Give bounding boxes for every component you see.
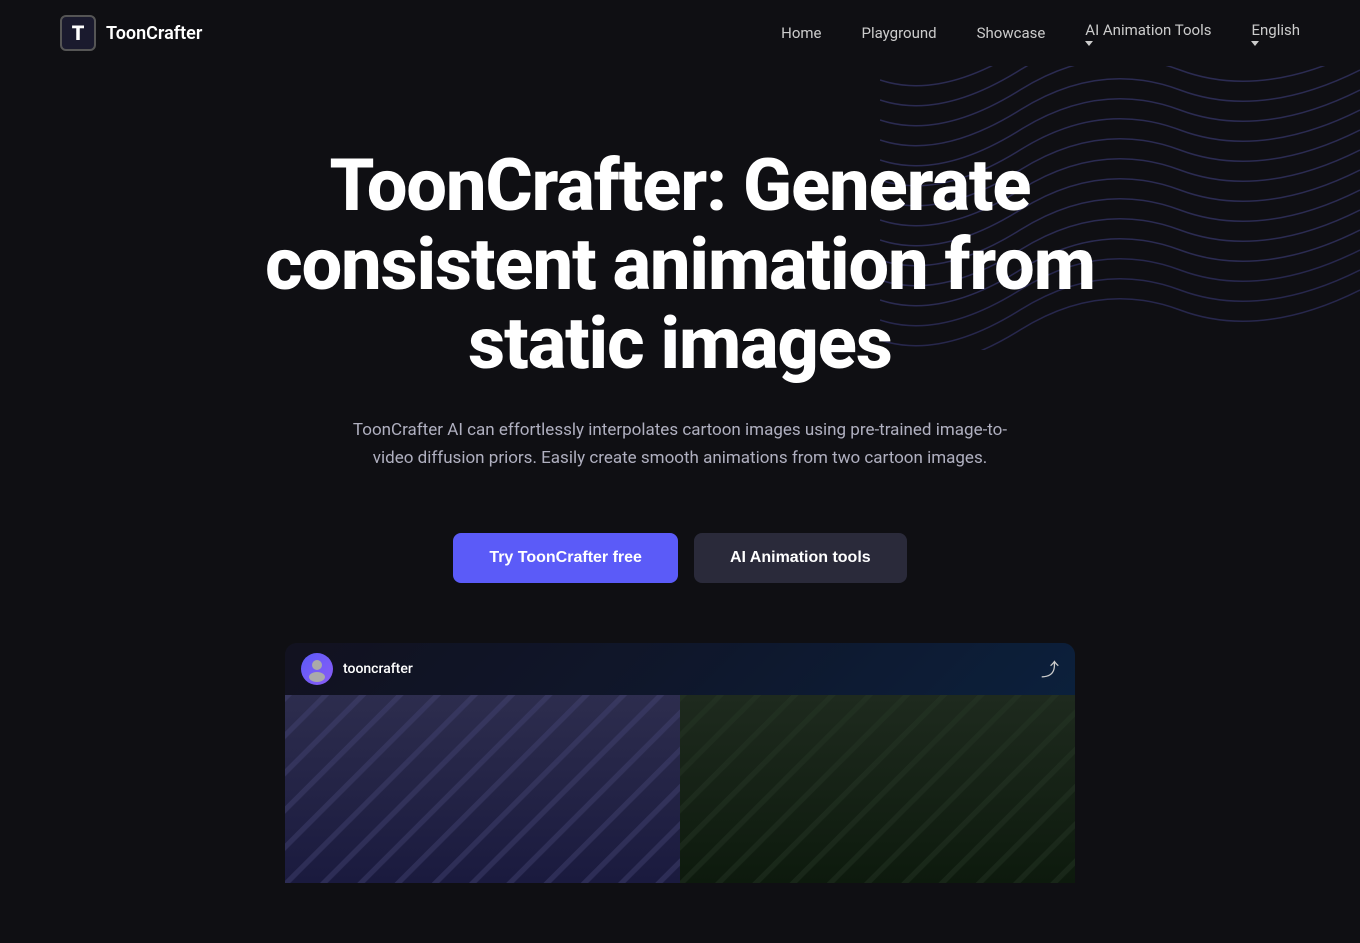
- hero-subtitle: ToonCrafter AI can effortlessly interpol…: [340, 416, 1020, 474]
- nav-item-language[interactable]: English: [1251, 21, 1300, 46]
- nav-item-showcase[interactable]: Showcase: [977, 24, 1046, 42]
- cta-secondary-button[interactable]: AI Animation tools: [694, 533, 907, 583]
- nav-home-link[interactable]: Home: [781, 24, 821, 42]
- nav-item-home[interactable]: Home: [781, 24, 821, 42]
- nav-links: Home Playground Showcase AI Animation To…: [781, 21, 1300, 46]
- nav-showcase-link[interactable]: Showcase: [977, 24, 1046, 42]
- video-header: tooncrafter ⤴: [285, 643, 1075, 695]
- navbar: T ToonCrafter Home Playground Showcase A…: [0, 0, 1360, 66]
- video-preview: tooncrafter ⤴: [285, 643, 1075, 883]
- logo-icon: T: [60, 15, 96, 51]
- nav-item-playground[interactable]: Playground: [862, 24, 937, 42]
- video-left-panel: [285, 695, 680, 883]
- video-body: [285, 695, 1075, 883]
- hero-section: ToonCrafter: Generate consistent animati…: [0, 66, 1360, 943]
- cta-primary-button[interactable]: Try ToonCrafter free: [453, 533, 678, 583]
- hero-title: ToonCrafter: Generate consistent animati…: [230, 146, 1130, 384]
- channel-name: tooncrafter: [343, 661, 413, 677]
- channel-avatar: [301, 653, 333, 685]
- nav-ai-tools-label[interactable]: AI Animation Tools: [1085, 21, 1211, 39]
- logo-link[interactable]: T ToonCrafter: [60, 15, 202, 51]
- ai-tools-chevron-icon: [1085, 41, 1093, 46]
- nav-playground-link[interactable]: Playground: [862, 24, 937, 42]
- nav-language-label[interactable]: English: [1251, 21, 1300, 39]
- share-icon[interactable]: ⤴: [1041, 656, 1059, 682]
- video-right-panel: [680, 695, 1075, 883]
- language-chevron-icon: [1251, 41, 1259, 46]
- brand-name: ToonCrafter: [106, 23, 202, 44]
- nav-item-ai-tools[interactable]: AI Animation Tools: [1085, 21, 1211, 46]
- cta-buttons: Try ToonCrafter free AI Animation tools: [453, 533, 906, 583]
